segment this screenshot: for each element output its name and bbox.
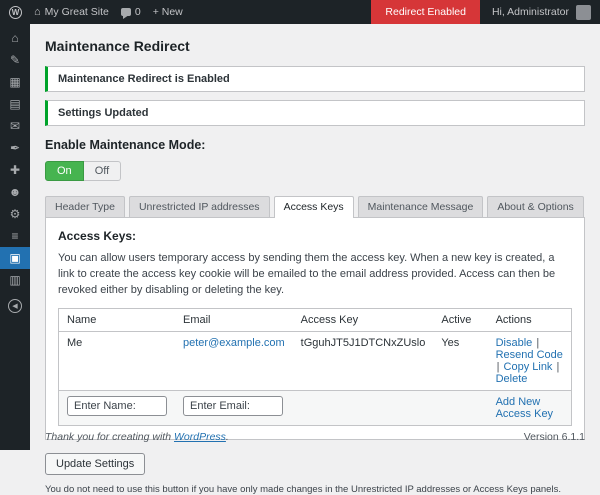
notice-settings-updated: Settings Updated	[45, 100, 585, 126]
settings-tabs: Header Type Unrestricted IP addresses Ac…	[45, 196, 585, 218]
collapse-arrow-icon: ◀	[8, 299, 22, 313]
redirect-enabled-button[interactable]: Redirect Enabled	[371, 0, 480, 24]
account-greeting[interactable]: Hi, Administrator	[492, 6, 569, 18]
tab-about-options[interactable]: About & Options	[487, 196, 584, 217]
column-header-active: Active	[433, 308, 488, 332]
wordpress-logo-icon[interactable]: W	[9, 5, 22, 19]
update-settings-button[interactable]: Update Settings	[45, 452, 146, 475]
column-header-actions: Actions	[487, 308, 572, 332]
new-key-row: Add New Access Key	[58, 390, 572, 426]
extra-plugin-icon: ▥	[9, 273, 21, 287]
maintenance-redirect-icon: ▣	[9, 251, 21, 265]
main-content: Maintenance Redirect Maintenance Redirec…	[30, 24, 600, 495]
admin-bar-left: W ⌂ My Great Site 0 + New	[0, 0, 183, 24]
sidebar-item-appearance[interactable]: ✒	[0, 137, 30, 159]
admin-bar-comments[interactable]: 0	[120, 0, 141, 24]
admin-sidebar: ⌂ ✎ ▦ ▤ ✉ ✒ ✚ ☻ ⚙ ≡ ▣ ▥ ◀	[0, 24, 30, 450]
delete-link[interactable]: Delete	[496, 373, 528, 385]
sidebar-item-maintenance-redirect[interactable]: ▣	[0, 247, 30, 269]
column-header-email: Email	[175, 308, 293, 332]
sidebar-item-settings[interactable]: ≡	[0, 225, 30, 247]
comments-bubble-icon	[120, 8, 131, 19]
separator: |	[556, 360, 560, 373]
collapse-menu-button[interactable]: ◀	[0, 295, 30, 317]
access-keys-description: You can allow users temporary access by …	[58, 252, 556, 296]
tab-maintenance-message[interactable]: Maintenance Message	[357, 196, 484, 217]
footer-thanks-text: Thank you for creating with	[45, 431, 174, 443]
home-icon: ⌂	[34, 5, 41, 18]
settings-icon: ≡	[11, 229, 19, 243]
key-name-cell: Me	[58, 331, 175, 391]
site-name-label: My Great Site	[44, 6, 109, 18]
media-icon: ▦	[9, 75, 21, 89]
enable-maintenance-heading: Enable Maintenance Mode:	[45, 138, 206, 152]
new-key-name-input[interactable]	[67, 395, 167, 416]
access-keys-table: Name Email Access Key Active Actions Me …	[58, 307, 572, 426]
notice-redirect-enabled: Maintenance Redirect is Enabled	[45, 66, 585, 92]
dashboard-icon: ⌂	[11, 31, 19, 45]
key-email-link[interactable]: peter@example.com	[183, 337, 285, 349]
sidebar-item-dashboard[interactable]: ⌂	[0, 27, 30, 49]
sidebar-item-plugins[interactable]: ✚	[0, 159, 30, 181]
posts-icon: ✎	[9, 53, 21, 67]
tab-header-type[interactable]: Header Type	[45, 196, 125, 217]
separator: |	[496, 360, 500, 373]
wordpress-link[interactable]: WordPress	[174, 431, 226, 443]
column-header-access-key: Access Key	[292, 308, 434, 332]
add-new-access-key-link[interactable]: Add New Access Key	[496, 396, 553, 420]
footer-thanks-period: .	[225, 431, 229, 443]
users-icon: ☻	[8, 185, 22, 199]
sidebar-item-media[interactable]: ▦	[0, 71, 30, 93]
version-text: Version 6.1.1	[523, 431, 585, 443]
sidebar-item-users[interactable]: ☻	[0, 181, 30, 203]
new-content-menu[interactable]: + New	[153, 0, 183, 24]
admin-bar: W ⌂ My Great Site 0 + New Redirect Enabl…	[0, 0, 600, 24]
plugins-icon: ✚	[9, 163, 21, 177]
tab-access-keys[interactable]: Access Keys	[273, 196, 354, 218]
separator: |	[536, 336, 540, 349]
sidebar-item-tools[interactable]: ⚙	[0, 203, 30, 225]
admin-bar-right: Redirect Enabled Hi, Administrator	[371, 0, 600, 24]
comments-count: 0	[134, 6, 141, 18]
empty-cell	[292, 390, 434, 426]
copy-link-link[interactable]: Copy Link	[504, 361, 553, 373]
access-keys-heading: Access Keys:	[58, 229, 137, 243]
empty-cell	[433, 390, 488, 426]
maintenance-mode-toggle: On Off	[45, 161, 122, 181]
sidebar-item-comments[interactable]: ✉	[0, 115, 30, 137]
tools-icon: ⚙	[9, 207, 21, 221]
update-settings-note: You do not need to use this button if yo…	[45, 483, 561, 495]
avatar[interactable]	[576, 4, 591, 20]
appearance-icon: ✒	[9, 141, 21, 155]
table-header-row: Name Email Access Key Active Actions	[58, 308, 572, 332]
site-name-menu[interactable]: ⌂ My Great Site	[34, 0, 109, 24]
key-value-cell: tGguhJT5J1DTCNxZUslo	[292, 331, 434, 391]
access-keys-panel: Access Keys: You can allow users tempora…	[45, 218, 585, 440]
page-title: Maintenance Redirect	[45, 38, 190, 54]
tab-unrestricted-ip-addresses[interactable]: Unrestricted IP addresses	[128, 196, 270, 217]
toggle-off-button[interactable]: Off	[83, 161, 122, 181]
pages-icon: ▤	[9, 97, 21, 111]
key-active-cell: Yes	[433, 331, 488, 391]
admin-footer: Thank you for creating with WordPress. V…	[45, 431, 585, 443]
sidebar-item-extra-plugin[interactable]: ▥	[0, 269, 30, 291]
toggle-on-button[interactable]: On	[45, 161, 84, 181]
disable-link[interactable]: Disable	[496, 337, 533, 349]
sidebar-item-pages[interactable]: ▤	[0, 93, 30, 115]
sidebar-item-posts[interactable]: ✎	[0, 49, 30, 71]
comments-icon: ✉	[9, 119, 21, 133]
footer-thanks: Thank you for creating with WordPress.	[45, 431, 229, 443]
resend-code-link[interactable]: Resend Code	[496, 349, 563, 361]
new-key-email-input[interactable]	[183, 395, 283, 416]
key-actions-cell: Disable | Resend Code | Copy Link | Dele…	[487, 331, 572, 391]
column-header-name: Name	[58, 308, 175, 332]
table-row: Me peter@example.com tGguhJT5J1DTCNxZUsl…	[58, 331, 572, 391]
